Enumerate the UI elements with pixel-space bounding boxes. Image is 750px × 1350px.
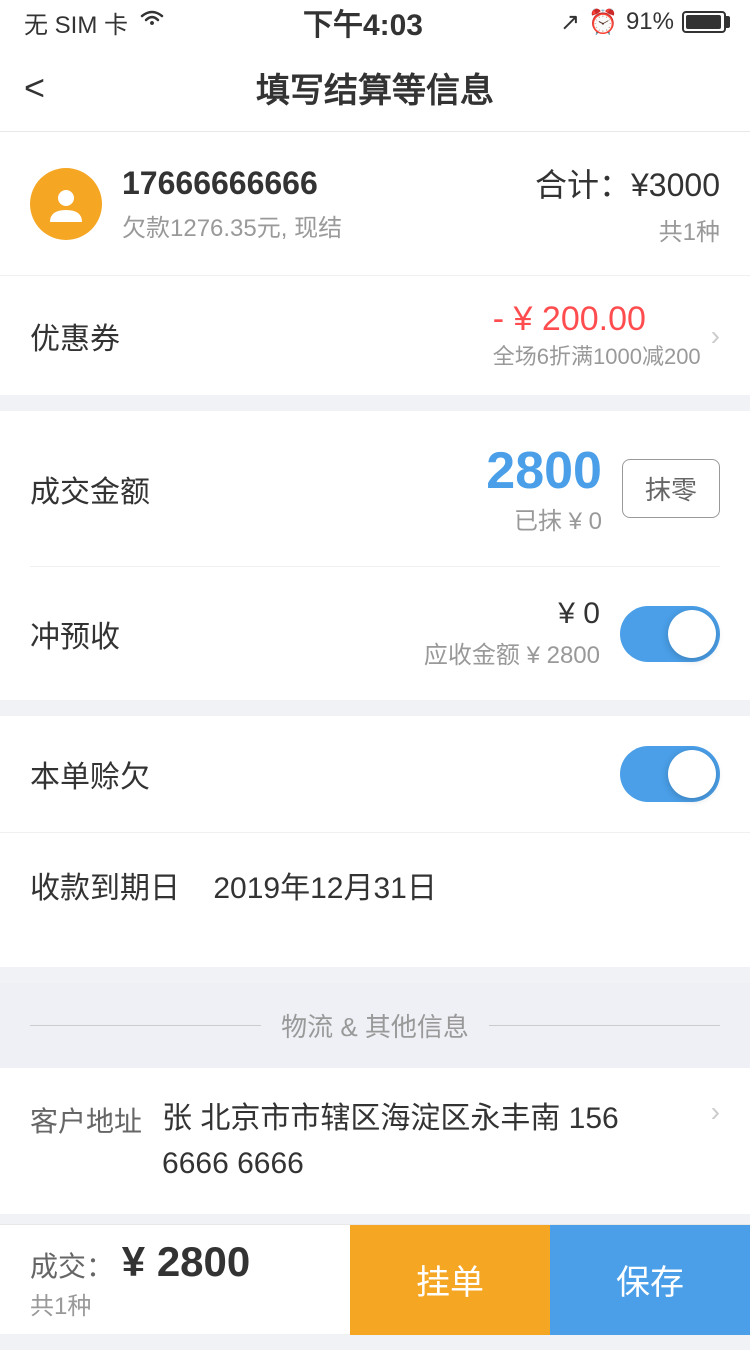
debt-section: 本单赊欠 收款到期日 2019年12月31日	[0, 716, 750, 967]
deal-amount-value: 2800	[486, 441, 602, 501]
deal-amount-right: 2800 已抹 ¥ 0 抹零	[486, 441, 720, 536]
bottom-summary: 成交： ¥ 2800 共1种	[0, 1238, 350, 1321]
prepay-right: ¥ 0 应收金额 ¥ 2800	[424, 597, 600, 670]
status-right: ↗ ⏰ 91%	[560, 8, 726, 37]
logistics-divider: 物流 & 其他信息	[0, 983, 750, 1068]
carrier-text: 无 SIM 卡	[24, 5, 128, 40]
debt-toggle[interactable]	[620, 746, 720, 802]
due-date-content: 收款到期日 2019年12月31日	[30, 833, 720, 937]
prepay-toggle[interactable]	[620, 606, 720, 662]
address-chevron-icon: ›	[711, 1096, 720, 1128]
debt-label: 本单赊欠	[30, 752, 150, 796]
total-count: 共1种	[535, 212, 720, 247]
alarm-icon: ⏰	[588, 8, 618, 37]
battery-icon	[682, 11, 726, 33]
prepay-amount-sub: 应收金额 ¥ 2800	[424, 635, 600, 670]
logistics-label: 物流 & 其他信息	[281, 1007, 469, 1044]
bottom-count: 共1种	[30, 1286, 320, 1321]
wifi-icon	[138, 8, 166, 36]
battery-percent: 91%	[626, 8, 674, 36]
hold-order-button[interactable]: 挂单	[350, 1225, 550, 1335]
deal-amount-sub: 已抹 ¥ 0	[486, 501, 602, 536]
amount-section: 成交金额 2800 已抹 ¥ 0 抹零 冲预收 ¥ 0 应收金额 ¥ 2800	[0, 411, 750, 700]
bottom-trans-row: 成交： ¥ 2800	[30, 1238, 320, 1286]
address-row[interactable]: 客户地址 张 北京市市辖区海淀区永丰南 156 6666 6666 ›	[0, 1068, 750, 1214]
user-section: 17666666666 欠款1276.35元, 现结 合计：¥3000 共1种 …	[0, 132, 750, 395]
deal-amount-row: 成交金额 2800 已抹 ¥ 0 抹零	[30, 411, 720, 567]
location-icon: ↗	[560, 8, 580, 37]
prepay-label: 冲预收	[30, 612, 120, 656]
prepay-amount: ¥ 0	[424, 597, 600, 631]
due-date-label: 收款到期日 2019年12月31日	[30, 872, 437, 905]
coupon-right: - ¥ 200.00 全场6折满1000减200 ›	[493, 300, 720, 371]
address-label: 客户地址	[30, 1096, 142, 1140]
status-bar: 无 SIM 卡 下午4:03 ↗ ⏰ 91%	[0, 0, 750, 44]
status-time: 下午4:03	[303, 0, 423, 44]
user-info: 17666666666 欠款1276.35元, 现结	[122, 165, 342, 243]
divider-line-right	[489, 1025, 720, 1026]
bottom-amount: ¥ 2800	[122, 1238, 250, 1285]
total-amount: 合计：¥3000	[535, 160, 720, 206]
content: 17666666666 欠款1276.35元, 现结 合计：¥3000 共1种 …	[0, 132, 750, 1350]
coupon-row[interactable]: 优惠券 - ¥ 200.00 全场6折满1000减200 ›	[0, 275, 750, 395]
round-off-button[interactable]: 抹零	[622, 459, 720, 518]
nav-bar: < 填写结算等信息	[0, 44, 750, 132]
deal-amount-label: 成交金额	[30, 467, 150, 511]
prepay-row: 冲预收 ¥ 0 应收金额 ¥ 2800	[30, 567, 720, 700]
debt-row: 本单赊欠	[0, 716, 750, 832]
toggle-thumb	[668, 610, 716, 658]
coupon-desc: 全场6折满1000减200	[493, 339, 701, 371]
user-debt: 欠款1276.35元, 现结	[122, 208, 342, 243]
user-row: 17666666666 欠款1276.35元, 现结 合计：¥3000 共1种	[0, 132, 750, 275]
address-value: 张 北京市市辖区海淀区永丰南 156 6666 6666	[162, 1096, 691, 1186]
status-left: 无 SIM 卡	[24, 5, 166, 40]
chevron-right-icon: ›	[711, 320, 720, 352]
coupon-amount: - ¥ 200.00	[493, 300, 701, 339]
user-phone: 17666666666	[122, 165, 342, 202]
page-title: 填写结算等信息	[256, 63, 494, 112]
avatar	[30, 168, 102, 240]
back-button[interactable]: <	[24, 67, 45, 109]
save-button[interactable]: 保存	[550, 1225, 750, 1335]
user-totals: 合计：¥3000 共1种	[535, 160, 720, 247]
bottom-trans-label: 成交：	[30, 1251, 114, 1282]
debt-toggle-thumb	[668, 750, 716, 798]
due-date-row: 收款到期日 2019年12月31日	[0, 832, 750, 967]
bottom-bar: 成交： ¥ 2800 共1种 挂单 保存	[0, 1224, 750, 1334]
due-date-value: 2019年12月31日	[213, 872, 436, 905]
divider-line-left	[30, 1025, 261, 1026]
user-left: 17666666666 欠款1276.35元, 现结	[30, 165, 342, 243]
address-section[interactable]: 客户地址 张 北京市市辖区海淀区永丰南 156 6666 6666 ›	[0, 1068, 750, 1214]
coupon-label: 优惠券	[30, 314, 120, 358]
